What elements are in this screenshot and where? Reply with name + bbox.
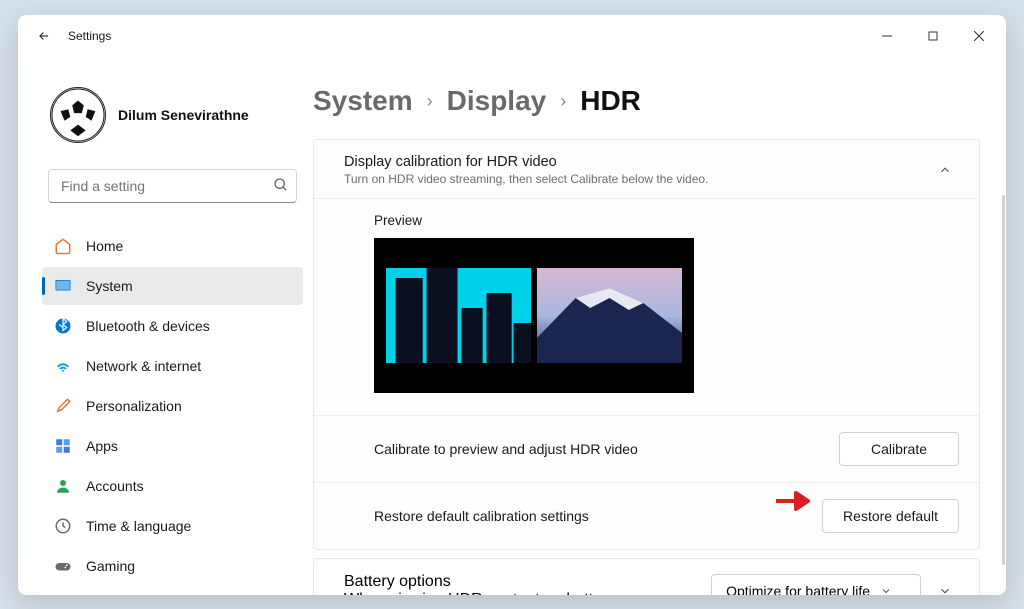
search-input[interactable] — [48, 169, 297, 203]
chevron-down-icon — [880, 585, 892, 595]
window-controls — [864, 20, 1002, 52]
sidebar: Dilum Senevirathne Home System — [18, 57, 313, 595]
close-button[interactable] — [956, 20, 1002, 52]
nav-label: Network & internet — [86, 358, 201, 374]
collapse-button[interactable] — [931, 156, 959, 184]
wifi-icon — [54, 357, 72, 375]
maximize-button[interactable] — [910, 20, 956, 52]
apps-icon — [54, 437, 72, 455]
battery-subtitle: When viewing HDR content on battery powe… — [344, 591, 711, 595]
nav-label: Personalization — [86, 398, 182, 414]
nav-label: Time & language — [86, 518, 191, 534]
preview-city-silhouette — [386, 268, 531, 363]
calibrate-button[interactable]: Calibrate — [839, 432, 959, 466]
breadcrumb-current: HDR — [580, 85, 641, 117]
profile[interactable]: Dilum Senevirathne — [50, 87, 303, 143]
restore-default-button[interactable]: Restore default — [822, 499, 959, 533]
preview-image — [374, 238, 694, 393]
clock-icon — [54, 517, 72, 535]
nav-label: System — [86, 278, 133, 294]
nav-gaming[interactable]: Gaming — [42, 547, 303, 585]
search-box[interactable] — [48, 169, 297, 203]
breadcrumb-display[interactable]: Display — [447, 85, 547, 117]
back-button[interactable] — [26, 18, 62, 54]
home-icon — [54, 237, 72, 255]
expand-button[interactable] — [931, 577, 959, 595]
restore-row: Restore default calibration settings Res… — [314, 482, 979, 549]
restore-label: Restore default calibration settings — [374, 508, 822, 524]
minimize-button[interactable] — [864, 20, 910, 52]
breadcrumb-system[interactable]: System — [313, 85, 413, 117]
scrollbar[interactable] — [1002, 195, 1005, 565]
app-title: Settings — [68, 29, 111, 43]
breadcrumb: System › Display › HDR — [313, 85, 980, 117]
preview-mountain — [537, 268, 682, 363]
user-name: Dilum Senevirathne — [118, 107, 249, 123]
card-subtitle: Turn on HDR video streaming, then select… — [344, 172, 931, 186]
nav-accounts[interactable]: Accounts — [42, 467, 303, 505]
nav-apps[interactable]: Apps — [42, 427, 303, 465]
hdr-calibration-card: Display calibration for HDR video Turn o… — [313, 139, 980, 550]
search-icon — [273, 177, 289, 198]
bluetooth-icon — [54, 317, 72, 335]
nav-network[interactable]: Network & internet — [42, 347, 303, 385]
preview-section: Preview — [314, 198, 979, 415]
chevron-right-icon: › — [560, 91, 566, 112]
chevron-right-icon: › — [427, 91, 433, 112]
battery-dropdown[interactable]: Optimize for battery life — [711, 574, 921, 595]
titlebar: Settings — [18, 15, 1006, 57]
nav-personalization[interactable]: Personalization — [42, 387, 303, 425]
card-title: Display calibration for HDR video — [344, 154, 931, 170]
nav-label: Apps — [86, 438, 118, 454]
avatar — [50, 87, 106, 143]
nav-system[interactable]: System — [42, 267, 303, 305]
card-header[interactable]: Display calibration for HDR video Turn o… — [314, 140, 979, 198]
nav-label: Bluetooth & devices — [86, 318, 210, 334]
nav-label: Accounts — [86, 478, 144, 494]
main-content: System › Display › HDR Display calibrati… — [313, 57, 1006, 595]
calibrate-label: Calibrate to preview and adjust HDR vide… — [374, 441, 839, 457]
gaming-icon — [54, 557, 72, 575]
preview-label: Preview — [374, 213, 949, 228]
brush-icon — [54, 397, 72, 415]
battery-options-card: Battery options When viewing HDR content… — [313, 558, 980, 595]
nav-home[interactable]: Home — [42, 227, 303, 265]
dropdown-value: Optimize for battery life — [726, 583, 870, 595]
nav-time-language[interactable]: Time & language — [42, 507, 303, 545]
nav-list: Home System Bluetooth & devices Network … — [42, 227, 303, 595]
nav-accessibility[interactable]: Accessibility — [42, 587, 303, 595]
calibrate-row: Calibrate to preview and adjust HDR vide… — [314, 415, 979, 482]
person-icon — [54, 477, 72, 495]
nav-label: Gaming — [86, 558, 135, 574]
nav-bluetooth[interactable]: Bluetooth & devices — [42, 307, 303, 345]
nav-label: Home — [86, 238, 123, 254]
battery-title: Battery options — [344, 573, 711, 591]
settings-window: Settings Dilum Senevirathne — [18, 15, 1006, 595]
system-icon — [54, 277, 72, 295]
